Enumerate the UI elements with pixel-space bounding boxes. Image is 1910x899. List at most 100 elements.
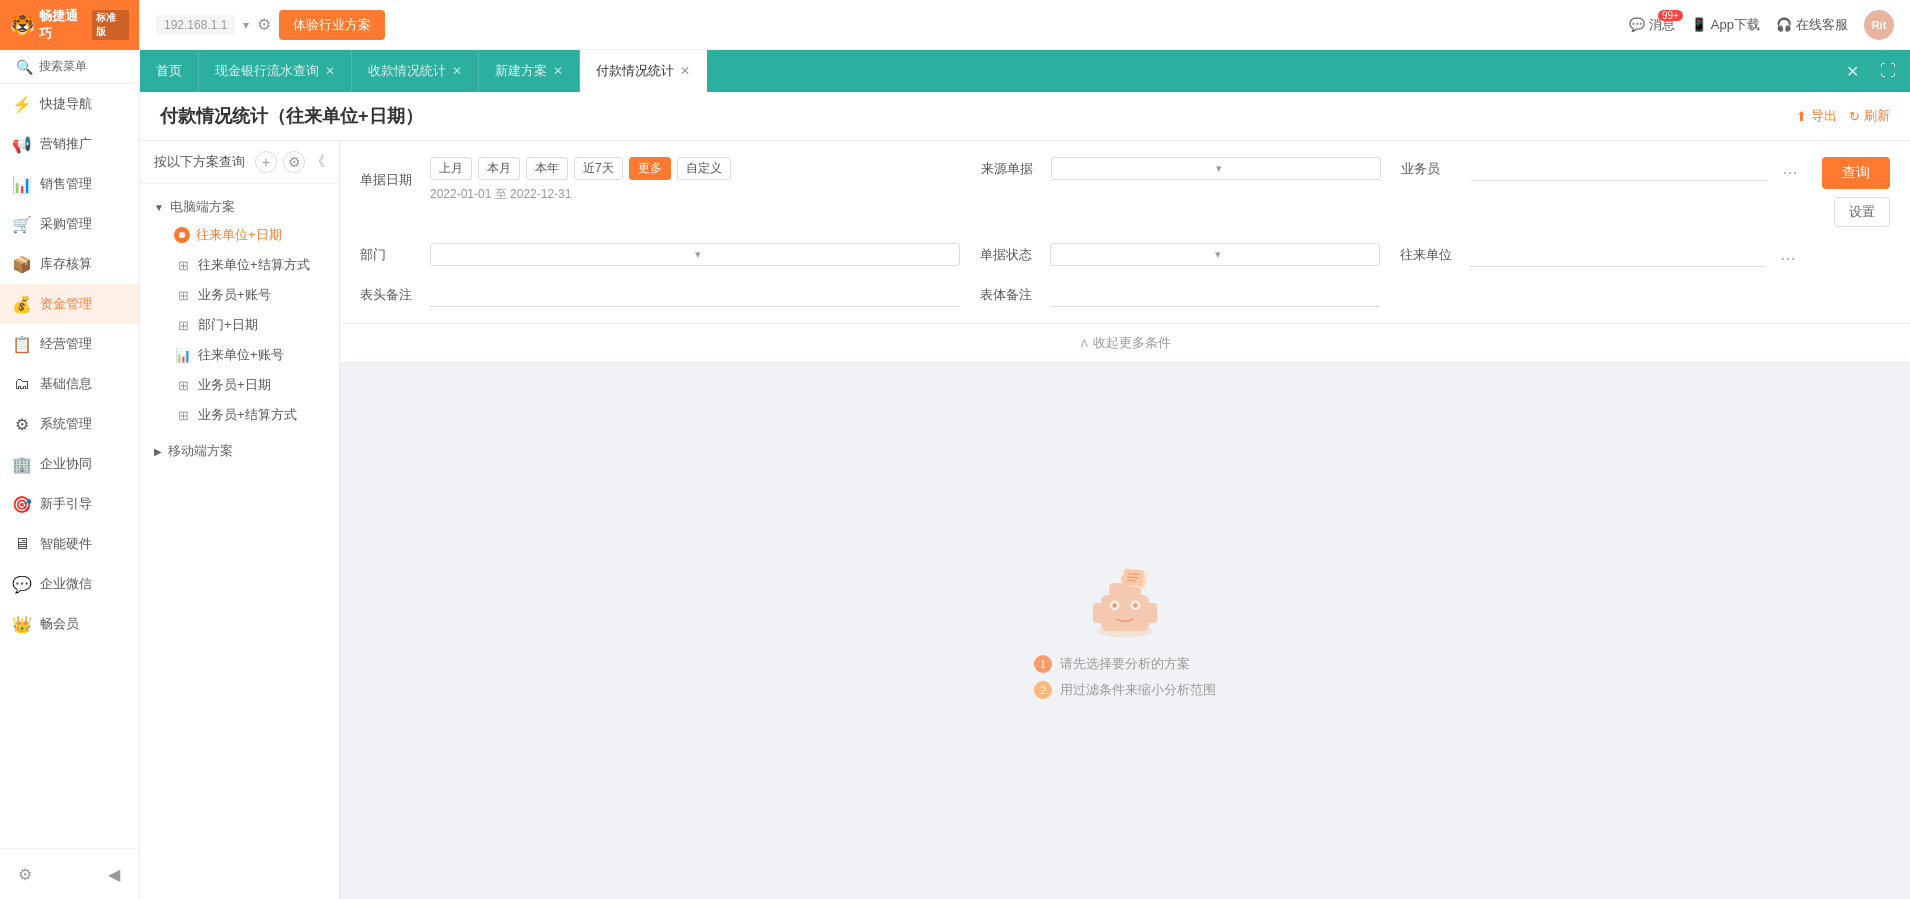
- collapse-more-btn[interactable]: ∧ 收起更多条件: [340, 323, 1910, 362]
- tab-new-scheme[interactable]: 新建方案 ✕: [479, 50, 580, 92]
- tab-home[interactable]: 首页: [140, 50, 199, 92]
- group-label: 移动端方案: [168, 442, 233, 460]
- partner-dots-btn[interactable]: …: [1776, 246, 1800, 264]
- tab-close-all-btn[interactable]: ✕: [1838, 57, 1866, 85]
- export-label: 导出: [1811, 107, 1837, 125]
- sales-icon: 📊: [12, 174, 32, 194]
- marketing-icon: 📢: [12, 134, 32, 154]
- scheme-item-staff-account[interactable]: ⊞ 业务员+账号: [154, 280, 325, 310]
- status-select[interactable]: ▾: [1050, 243, 1380, 266]
- sidebar: 🐯 畅捷通巧 标准版 🔍 搜索菜单 ⚡ 快捷导航 📢 营销推广 📊 销售管理 🛒…: [0, 0, 140, 899]
- scheme-item-label: 往来单位+账号: [198, 346, 284, 364]
- topbar-dropdown-btn[interactable]: ▾: [243, 18, 249, 32]
- date-btn-this-year[interactable]: 本年: [526, 157, 568, 180]
- receipt-stat-tab-close[interactable]: ✕: [452, 64, 462, 78]
- date-btn-7days[interactable]: 近7天: [574, 157, 623, 180]
- bank-flow-tab-close[interactable]: ✕: [325, 64, 335, 78]
- payment-stat-tab-close[interactable]: ✕: [680, 64, 690, 78]
- scheme-item-unit-date[interactable]: 往来单位+日期: [154, 220, 325, 250]
- scheme-item-unit-settle[interactable]: ⊞ 往来单位+结算方式: [154, 250, 325, 280]
- filter-partner-field: 往来单位 …: [1400, 243, 1800, 267]
- dept-select[interactable]: ▾: [430, 243, 960, 266]
- filter-settings-button[interactable]: 设置: [1834, 197, 1890, 227]
- receipt-stat-tab-label: 收款情况统计: [368, 62, 446, 80]
- tab-payment-stat[interactable]: 付款情况统计 ✕: [580, 50, 707, 92]
- scheme-item-dept-date[interactable]: ⊞ 部门+日期: [154, 310, 325, 340]
- online-service-btn[interactable]: 🎧 在线客服: [1776, 16, 1848, 34]
- date-btn-last-month[interactable]: 上月: [430, 157, 472, 180]
- export-btn[interactable]: ⬆ 导出: [1796, 107, 1837, 125]
- topbar-gear-btn[interactable]: ⚙: [257, 15, 271, 34]
- sidebar-collapse-btn[interactable]: ◀: [99, 859, 129, 889]
- trial-industry-button[interactable]: 体验行业方案: [279, 10, 385, 40]
- content: 付款情况统计（往来单位+日期） ⬆ 导出 ↻ 刷新 按以下方案查询 +: [140, 92, 1910, 899]
- source-select[interactable]: ▾: [1051, 157, 1382, 180]
- date-range-display: 2022-01-01 至 2022-12-31: [430, 186, 961, 203]
- sidebar-item-label: 企业微信: [40, 575, 92, 593]
- sidebar-item-label: 系统管理: [40, 415, 92, 433]
- empty-state: 1 请先选择要分析的方案 2 用过滤条件来缩小分析范围: [1034, 563, 1216, 699]
- staff-dots-btn[interactable]: …: [1778, 160, 1802, 178]
- scheme-settings-btn[interactable]: ⚙: [283, 151, 305, 173]
- sidebar-item-system[interactable]: ⚙ 系统管理: [0, 404, 139, 444]
- filter-row-2: 部门 ▾ 单据状态 ▾: [360, 243, 1890, 267]
- head-remark-input[interactable]: [430, 283, 960, 307]
- sidebar-item-purchase[interactable]: 🛒 采购管理: [0, 204, 139, 244]
- sidebar-item-sales[interactable]: 📊 销售管理: [0, 164, 139, 204]
- sidebar-item-enterprise[interactable]: 🏢 企业协同: [0, 444, 139, 484]
- date-btn-custom[interactable]: 自定义: [677, 157, 731, 180]
- user-avatar[interactable]: Rit: [1864, 10, 1894, 40]
- partner-label: 往来单位: [1400, 246, 1460, 264]
- page-title: 付款情况统计（往来单位+日期）: [160, 104, 423, 128]
- svg-rect-3: [1147, 603, 1157, 623]
- new-scheme-tab-close[interactable]: ✕: [553, 64, 563, 78]
- sidebar-item-inventory[interactable]: 📦 库存核算: [0, 244, 139, 284]
- refresh-btn[interactable]: ↻ 刷新: [1849, 107, 1890, 125]
- date-btn-more[interactable]: 更多: [629, 157, 671, 180]
- scheme-add-btn[interactable]: +: [255, 151, 277, 173]
- scheme-item-staff-date[interactable]: ⊞ 业务员+日期: [154, 370, 325, 400]
- capital-icon: 💰: [12, 294, 32, 314]
- wechat-icon: 💬: [12, 574, 32, 594]
- date-btn-this-month[interactable]: 本月: [478, 157, 520, 180]
- sidebar-item-quick-nav[interactable]: ⚡ 快捷导航: [0, 84, 139, 124]
- scheme-table-icon: ⊞: [174, 316, 192, 334]
- sidebar-item-capital[interactable]: 💰 资金管理: [0, 284, 139, 324]
- date-options: 上月 本月 本年 近7天 更多 自定义: [430, 157, 961, 180]
- sidebar-footer: ⚙ ◀: [0, 848, 139, 899]
- inventory-icon: 📦: [12, 254, 32, 274]
- notice-badge: 99+: [1658, 10, 1683, 21]
- scheme-group-desktop-title[interactable]: ▼ 电脑端方案: [154, 198, 325, 216]
- notice-btn[interactable]: 💬 消息 99+: [1629, 16, 1675, 34]
- export-icon: ⬆: [1796, 109, 1807, 124]
- tab-bank-flow[interactable]: 现金银行流水查询 ✕: [199, 50, 352, 92]
- staff-input[interactable]: [1471, 157, 1768, 181]
- sidebar-item-wechat[interactable]: 💬 企业微信: [0, 564, 139, 604]
- svg-rect-2: [1093, 603, 1103, 623]
- sidebar-item-operations[interactable]: 📋 经营管理: [0, 324, 139, 364]
- address-text: 192.168.1.1: [164, 18, 227, 32]
- sidebar-item-basic-info[interactable]: 🗂 基础信息: [0, 364, 139, 404]
- sidebar-item-hardware[interactable]: 🖥 智能硬件: [0, 524, 139, 564]
- tab-receipt-stat[interactable]: 收款情况统计 ✕: [352, 50, 479, 92]
- empty-tip-1: 1 请先选择要分析的方案: [1034, 655, 1216, 673]
- scheme-panel-collapse-btn[interactable]: 《: [311, 153, 325, 171]
- sidebar-logo: 🐯 畅捷通巧 标准版: [0, 0, 139, 50]
- scheme-item-staff-settle[interactable]: ⊞ 业务员+结算方式: [154, 400, 325, 430]
- scheme-item-unit-account[interactable]: 📊 往来单位+账号: [154, 340, 325, 370]
- topbar: 192.168.1.1 ▾ ⚙ 体验行业方案 💬 消息 99+ 📱 App下载 …: [140, 0, 1910, 50]
- sidebar-item-guide[interactable]: 🎯 新手引导: [0, 484, 139, 524]
- tab-maximize-btn[interactable]: ⛶: [1874, 57, 1902, 85]
- sidebar-item-marketing[interactable]: 📢 营销推广: [0, 124, 139, 164]
- query-button[interactable]: 查询: [1822, 157, 1890, 189]
- filter-section: 单据日期 上月 本月 本年 近7天 更多 自定义: [340, 141, 1910, 363]
- sidebar-item-member[interactable]: 👑 畅会员: [0, 604, 139, 644]
- collapse-label: 收起更多条件: [1093, 335, 1171, 350]
- partner-input[interactable]: [1470, 243, 1766, 267]
- dept-select-arrow: ▾: [695, 248, 951, 261]
- sidebar-settings-btn[interactable]: ⚙: [10, 859, 40, 889]
- body-remark-input[interactable]: [1050, 283, 1380, 307]
- sidebar-search[interactable]: 🔍 搜索菜单: [0, 50, 139, 84]
- scheme-group-mobile-title[interactable]: ▶ 移动端方案: [154, 442, 325, 460]
- app-download-btn[interactable]: 📱 App下载: [1691, 16, 1760, 34]
